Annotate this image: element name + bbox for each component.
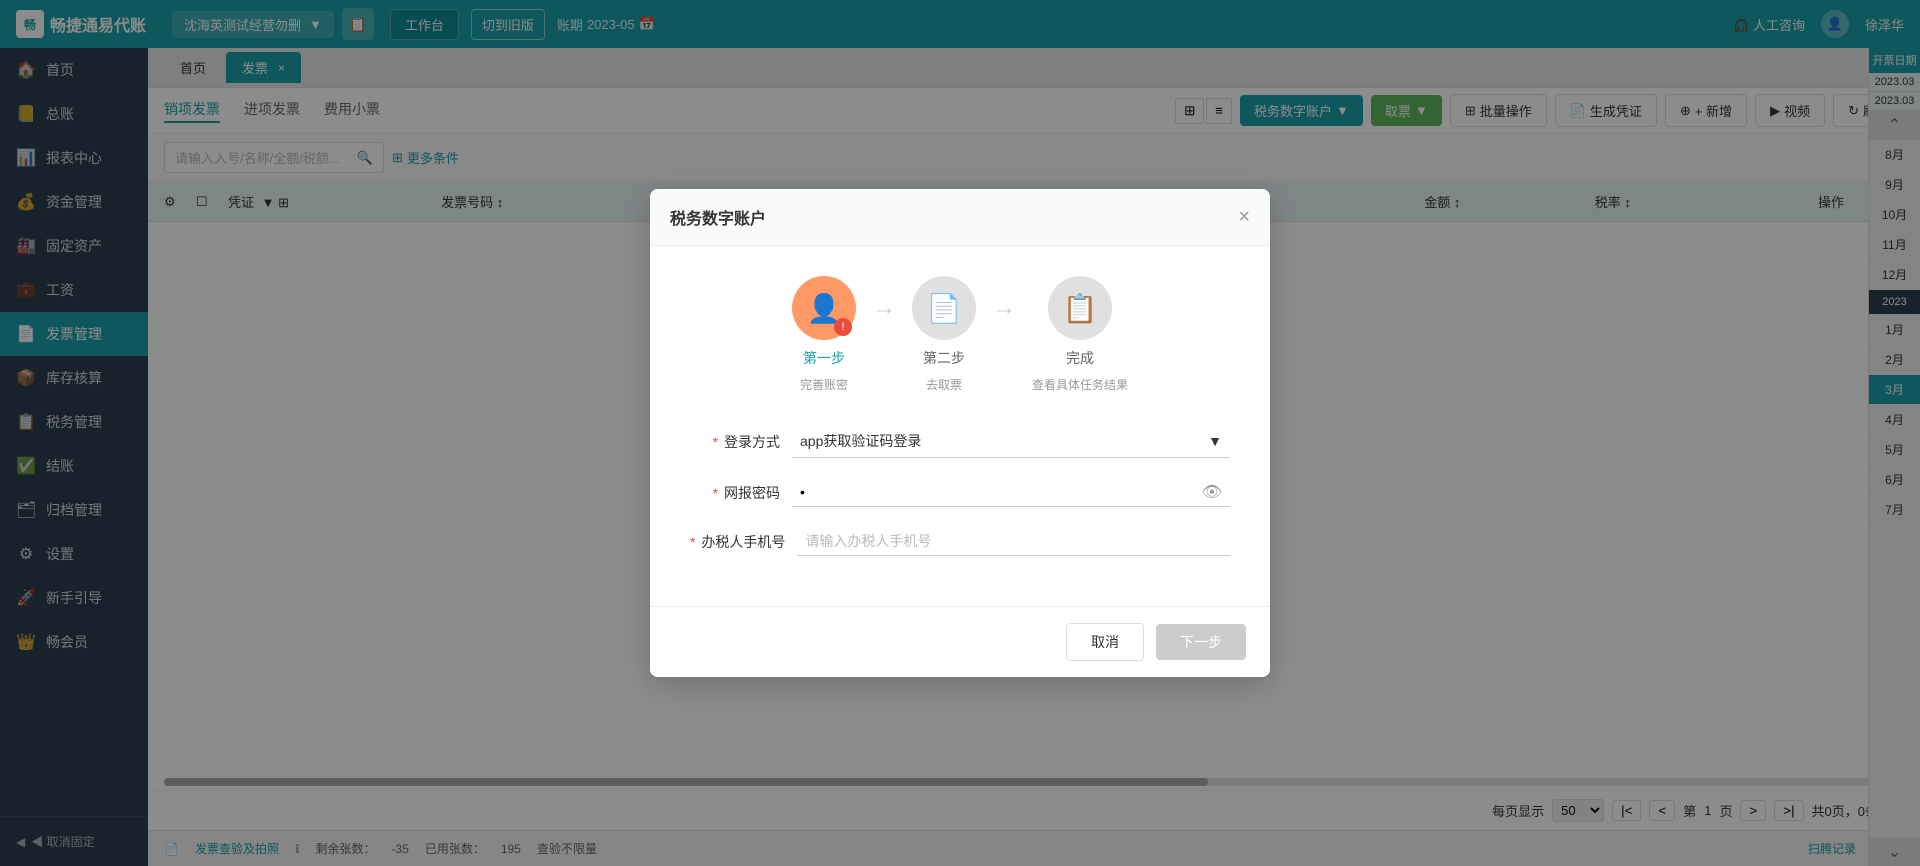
step-3-icon-wrap: 📋 bbox=[1048, 276, 1112, 340]
login-method-select[interactable]: app获取验证码登录 ▼ bbox=[792, 425, 1230, 458]
eye-toggle-icon[interactable]: 👁 bbox=[1202, 482, 1222, 502]
step-1-label: 第一步 bbox=[803, 348, 845, 368]
step-arrow-1: → bbox=[856, 294, 912, 322]
step-2-icon: 📄 bbox=[927, 292, 962, 325]
password-field: 👁 bbox=[792, 478, 1230, 507]
password-input[interactable] bbox=[800, 484, 1202, 500]
required-star: * bbox=[713, 434, 718, 450]
step-1-badge: ! bbox=[834, 318, 852, 336]
modal-close-btn[interactable]: × bbox=[1238, 207, 1250, 227]
tax-digital-modal: 税务数字账户 × 👤 ! 第一步 完善账密 → bbox=[650, 189, 1270, 677]
phone-label: * 办税人手机号 bbox=[690, 532, 785, 552]
login-method-label: * 登录方式 bbox=[690, 432, 780, 452]
step-3: 📋 完成 查看具体任务结果 bbox=[1032, 276, 1128, 393]
step-1-icon-wrap: 👤 ! bbox=[792, 276, 856, 340]
modal-body: 👤 ! 第一步 完善账密 → 📄 第二步 去取票 → bbox=[650, 246, 1270, 606]
password-label: * 网报密码 bbox=[690, 483, 780, 503]
step-3-label: 完成 bbox=[1066, 348, 1094, 368]
step-1: 👤 ! 第一步 完善账密 bbox=[792, 276, 856, 393]
form-row-login-method: * 登录方式 app获取验证码登录 ▼ bbox=[690, 425, 1230, 458]
modal-footer: 取消 下一步 bbox=[650, 606, 1270, 677]
steps-container: 👤 ! 第一步 完善账密 → 📄 第二步 去取票 → bbox=[690, 276, 1230, 393]
cancel-btn[interactable]: 取消 bbox=[1066, 623, 1144, 661]
modal-header: 税务数字账户 × bbox=[650, 189, 1270, 246]
password-required-star: * bbox=[713, 485, 718, 501]
phone-required-star: * bbox=[690, 534, 695, 550]
phone-input[interactable] bbox=[797, 527, 1230, 556]
step-2-label: 第二步 bbox=[923, 348, 965, 368]
next-btn[interactable]: 下一步 bbox=[1156, 624, 1246, 660]
modal-overlay[interactable]: 税务数字账户 × 👤 ! 第一步 完善账密 → bbox=[0, 0, 1920, 866]
login-method-dropdown-icon: ▼ bbox=[1208, 433, 1222, 449]
step-2-desc: 去取票 bbox=[926, 376, 962, 393]
form-row-password: * 网报密码 👁 bbox=[690, 478, 1230, 507]
login-method-value: app获取验证码登录 bbox=[800, 431, 921, 451]
step-1-desc: 完善账密 bbox=[800, 376, 848, 393]
step-arrow-2: → bbox=[976, 294, 1032, 322]
step-2: 📄 第二步 去取票 bbox=[912, 276, 976, 393]
form-row-phone: * 办税人手机号 bbox=[690, 527, 1230, 556]
step-3-icon: 📋 bbox=[1063, 292, 1098, 325]
modal-title: 税务数字账户 bbox=[670, 205, 766, 229]
step-3-desc: 查看具体任务结果 bbox=[1032, 376, 1128, 393]
step-2-icon-wrap: 📄 bbox=[912, 276, 976, 340]
